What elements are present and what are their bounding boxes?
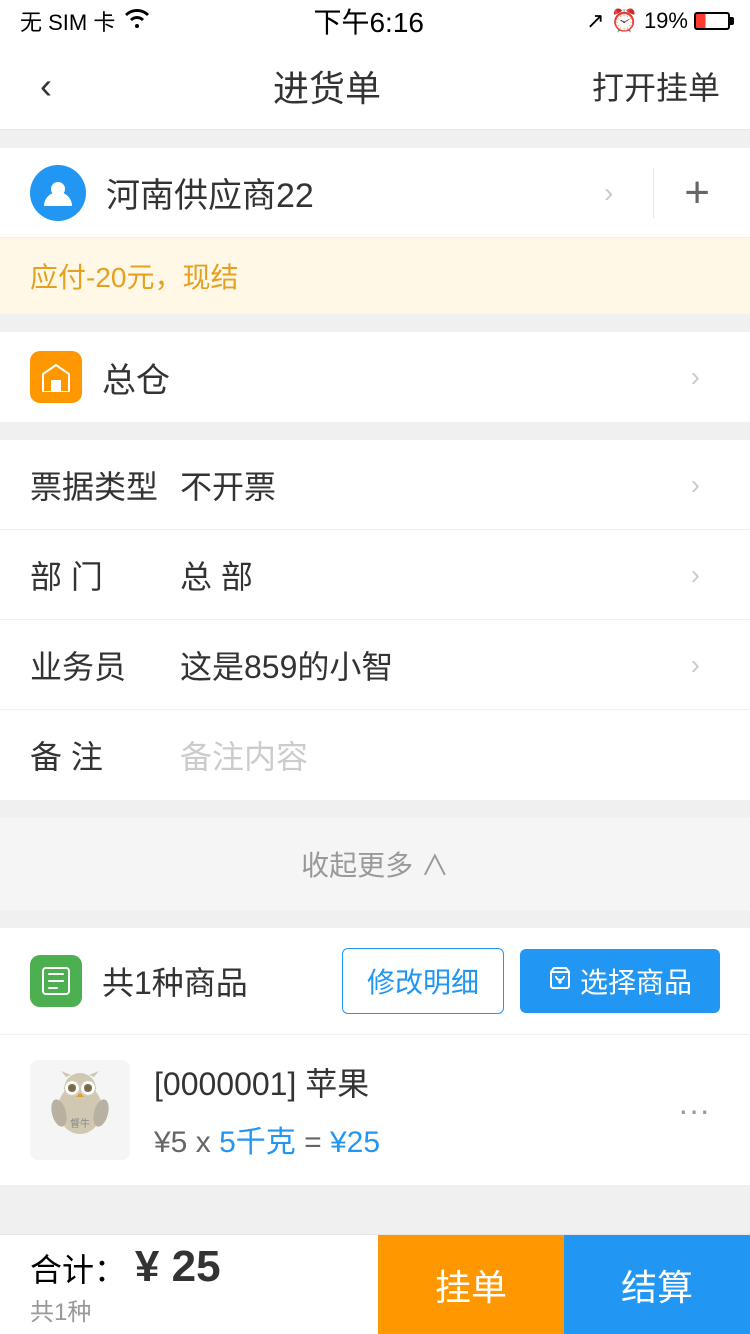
product-name: [0000001] 苹果 xyxy=(154,1059,668,1105)
department-row[interactable]: 部 门 总 部 › xyxy=(0,530,750,620)
total-section: 合计： ¥ 25 共1种 xyxy=(0,1242,378,1327)
price-quantity: 5千克 xyxy=(219,1126,296,1159)
price-unit: ¥5 xyxy=(154,1126,187,1159)
checkout-button[interactable]: 结算 xyxy=(564,1235,750,1334)
form-section: 票据类型 不开票 › 部 门 总 部 › 业务员 这是859的小智 › 备 注 … xyxy=(0,440,750,800)
divider xyxy=(653,168,654,218)
total-label: 合计： xyxy=(30,1252,126,1288)
invoice-chevron-icon: › xyxy=(691,469,700,501)
department-value: 总 部 xyxy=(170,552,691,598)
warehouse-chevron-icon: › xyxy=(691,361,700,393)
status-left: 无 SIM 卡 xyxy=(20,5,151,37)
total-row: 合计： ¥ 25 xyxy=(30,1242,348,1292)
invoice-type-label: 票据类型 xyxy=(30,462,170,508)
total-count: 共1种 xyxy=(30,1292,348,1327)
salesperson-chevron-icon: › xyxy=(691,649,700,681)
page-title: 进货单 xyxy=(273,60,381,112)
select-product-label: 选择商品 xyxy=(580,961,692,1001)
remark-label: 备 注 xyxy=(30,732,170,778)
price-total: ¥25 xyxy=(330,1126,380,1159)
location-icon: ↗ xyxy=(586,8,604,34)
products-count: 共1种商品 xyxy=(102,958,342,1004)
warehouse-icon xyxy=(30,351,82,403)
remark-row[interactable]: 备 注 备注内容 xyxy=(0,710,750,800)
total-amount: ¥ 25 xyxy=(135,1242,221,1291)
battery-icon xyxy=(694,12,730,30)
carrier-label: 无 SIM 卡 xyxy=(20,5,115,37)
back-button[interactable]: ‹ xyxy=(30,55,62,117)
price-equals: = xyxy=(304,1126,330,1159)
pending-button[interactable]: 挂单 xyxy=(378,1235,564,1334)
invoice-type-row[interactable]: 票据类型 不开票 › xyxy=(0,440,750,530)
price-separator: x xyxy=(196,1126,219,1159)
product-thumbnail: 督牛 xyxy=(30,1060,130,1160)
battery-percent: 19% xyxy=(644,8,688,34)
product-title: 苹果 xyxy=(305,1066,369,1102)
alarm-icon: ⏰ xyxy=(611,8,638,34)
supplier-name: 河南供应商22 xyxy=(106,168,604,217)
status-right: ↗ ⏰ 19% xyxy=(586,8,730,34)
salesperson-label: 业务员 xyxy=(30,642,170,688)
warehouse-row[interactable]: 总仓 › xyxy=(0,332,750,422)
salesperson-row[interactable]: 业务员 这是859的小智 › xyxy=(0,620,750,710)
product-thumb-icon: 督牛 xyxy=(45,1069,115,1151)
add-supplier-button[interactable]: + xyxy=(674,168,720,218)
select-product-button[interactable]: 选择商品 xyxy=(520,949,720,1013)
status-bar: 无 SIM 卡 下午6:16 ↗ ⏰ 19% xyxy=(0,0,750,42)
bottom-bar: 合计： ¥ 25 共1种 挂单 结算 xyxy=(0,1234,750,1334)
product-more-button[interactable]: ··· xyxy=(668,1082,720,1139)
products-icon xyxy=(30,955,82,1007)
collapse-bar[interactable]: 收起更多 ∧ xyxy=(0,818,750,910)
warehouse-name: 总仓 xyxy=(102,353,691,402)
open-pending-button[interactable]: 打开挂单 xyxy=(592,63,720,109)
nav-bar: ‹ 进货单 打开挂单 xyxy=(0,42,750,130)
products-header: 共1种商品 修改明细 选择商品 xyxy=(0,928,750,1035)
edit-detail-button[interactable]: 修改明细 xyxy=(342,948,504,1014)
invoice-type-value: 不开票 xyxy=(170,462,691,508)
product-price: ¥5 x 5千克 = ¥25 xyxy=(154,1117,668,1161)
product-code: [0000001] xyxy=(154,1066,305,1102)
supplier-row[interactable]: 河南供应商22 › + xyxy=(0,148,750,238)
salesperson-value: 这是859的小智 xyxy=(170,642,691,688)
supplier-alert: 应付-20元，现结 xyxy=(0,238,750,314)
supplier-section: 河南供应商22 › + 应付-20元，现结 xyxy=(0,148,750,314)
warehouse-section: 总仓 › xyxy=(0,332,750,422)
department-label: 部 门 xyxy=(30,552,170,598)
department-chevron-icon: › xyxy=(691,559,700,591)
product-item: 督牛 [0000001] 苹果 ¥5 x 5千克 = ¥25 ··· xyxy=(0,1035,750,1186)
products-section: 共1种商品 修改明细 选择商品 xyxy=(0,928,750,1186)
status-time: 下午6:16 xyxy=(313,1,424,41)
svg-text:督牛: 督牛 xyxy=(70,1117,90,1130)
supplier-avatar xyxy=(30,165,86,221)
product-info: [0000001] 苹果 ¥5 x 5千克 = ¥25 xyxy=(154,1059,668,1161)
cart-icon xyxy=(548,965,572,997)
remark-value: 备注内容 xyxy=(170,732,720,778)
wifi-icon xyxy=(123,8,151,34)
supplier-chevron-icon: › xyxy=(604,177,613,209)
